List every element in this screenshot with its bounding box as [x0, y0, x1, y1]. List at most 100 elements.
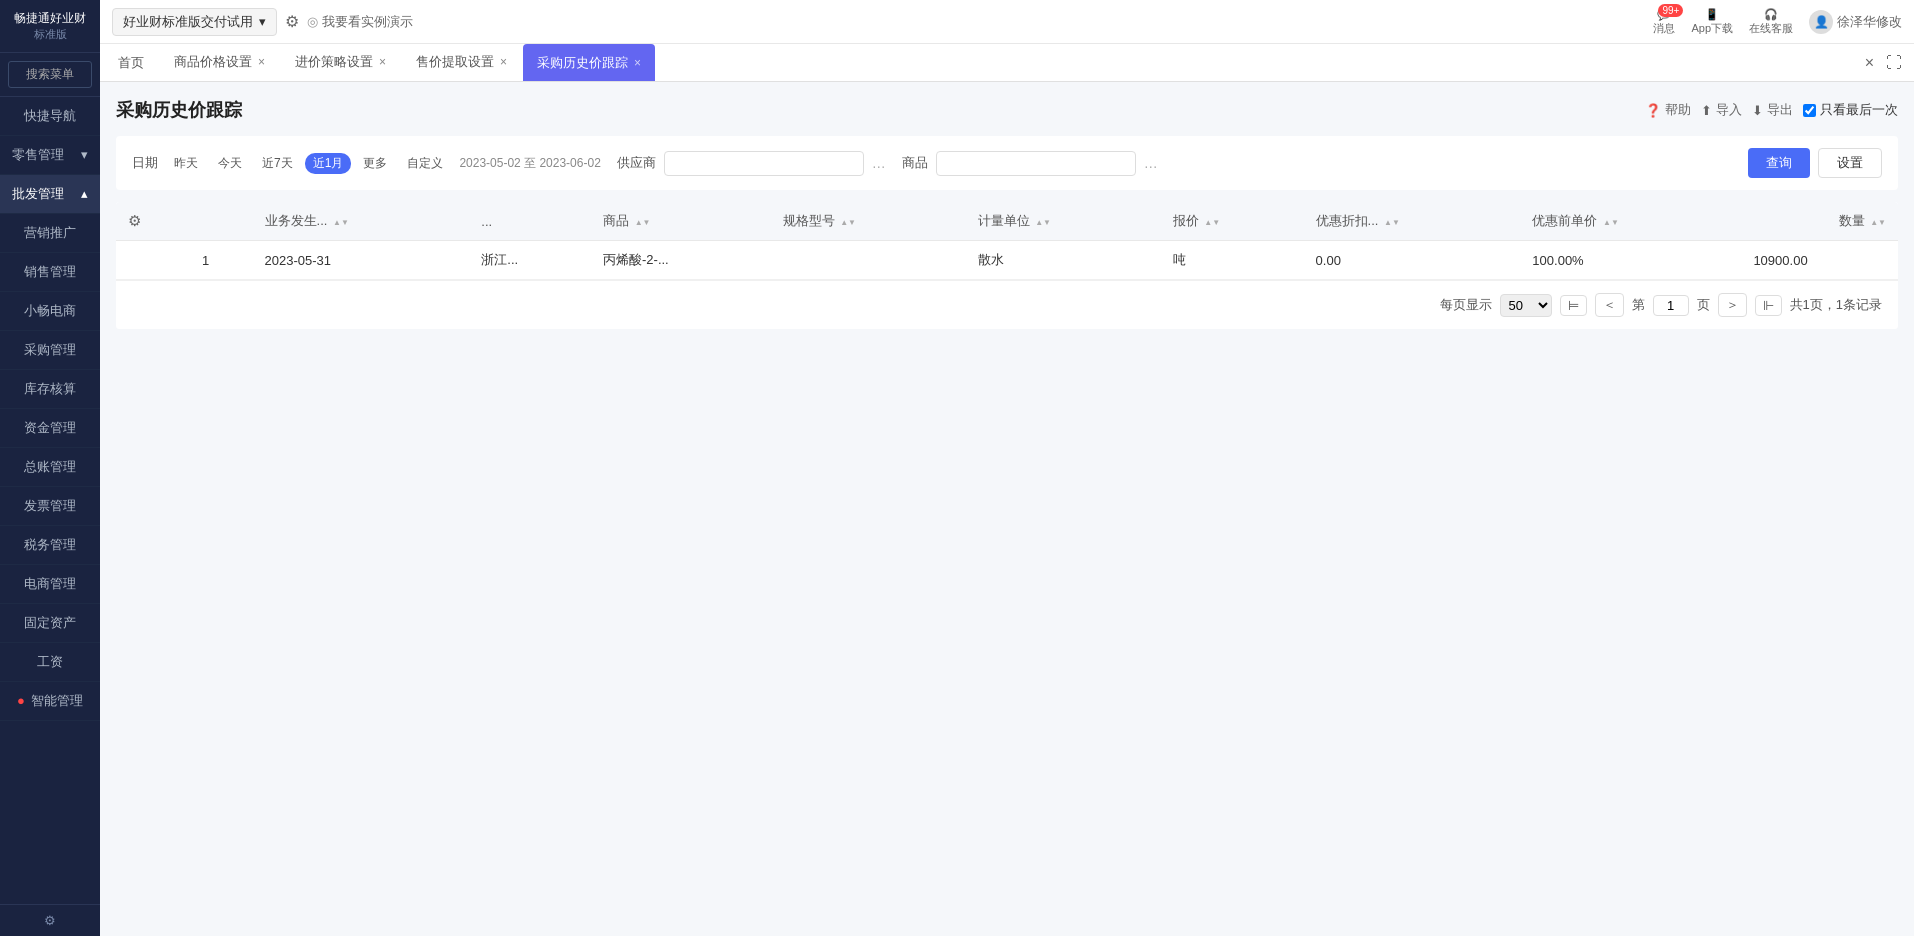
- tabbar-controls: × ⛶: [1861, 44, 1910, 81]
- th-unit[interactable]: 计量单位 ▲▼: [966, 202, 1161, 241]
- date-opt-1month[interactable]: 近1月: [305, 153, 352, 174]
- export-link[interactable]: ⬇ 导出: [1752, 101, 1793, 119]
- sidebar-item-inventory[interactable]: 库存核算: [0, 370, 100, 409]
- th-pre-discount-price[interactable]: 优惠前单价 ▲▼: [1520, 202, 1741, 241]
- user-name: 徐泽华修改: [1837, 13, 1902, 31]
- tab-close-all-icon[interactable]: ×: [1861, 50, 1878, 76]
- sidebar-item-purchase[interactable]: 采购管理: [0, 331, 100, 370]
- help-link[interactable]: ❓ 帮助: [1645, 101, 1691, 119]
- customer-service-button[interactable]: 🎧 在线客服: [1749, 8, 1793, 36]
- pagination-last-button[interactable]: ⊩: [1755, 295, 1782, 316]
- date-opt-more[interactable]: 更多: [355, 153, 395, 174]
- cell-goods: 丙烯酸-2-...: [591, 241, 771, 280]
- play-icon: ◎: [307, 14, 318, 29]
- mobile-icon: 📱: [1705, 8, 1719, 21]
- settings-gear-icon[interactable]: ⚙: [285, 12, 299, 31]
- version-selector[interactable]: 好业财标准版交付试用 ▾: [112, 8, 277, 36]
- chevron-down-icon: ▾: [259, 14, 266, 29]
- app-download-button[interactable]: 📱 App下载: [1691, 8, 1733, 36]
- demo-label: 我要看实例演示: [322, 13, 413, 31]
- sort-arrows-icon: ▲▼: [1870, 219, 1886, 227]
- sidebar-item-ecommerce[interactable]: 电商管理: [0, 565, 100, 604]
- supplier-filter-group: 供应商 …: [617, 151, 886, 176]
- sidebar-item-invoice[interactable]: 发票管理: [0, 487, 100, 526]
- import-link[interactable]: ⬆ 导入: [1701, 101, 1742, 119]
- tab-close-icon[interactable]: ×: [258, 55, 265, 69]
- th-discount[interactable]: 优惠折扣... ▲▼: [1304, 202, 1521, 241]
- tab-close-icon[interactable]: ×: [379, 55, 386, 69]
- version-label: 好业财标准版交付试用: [123, 13, 253, 31]
- goods-label: 商品: [902, 154, 928, 172]
- tab-goods-price[interactable]: 商品价格设置 ×: [160, 44, 279, 81]
- pagination-prev-button[interactable]: ＜: [1595, 293, 1624, 317]
- pagination-next-button[interactable]: ＞: [1718, 293, 1747, 317]
- sidebar-item-quick-nav[interactable]: 快捷导航: [0, 97, 100, 136]
- sidebar-item-wholesale[interactable]: 批发管理 ▴: [0, 175, 100, 214]
- th-gear[interactable]: ⚙: [116, 202, 190, 241]
- th-quantity[interactable]: 数量 ▲▼: [1741, 202, 1898, 241]
- sidebar-item-ecommerce-small[interactable]: 小畅电商: [0, 292, 100, 331]
- export-icon: ⬇: [1752, 103, 1763, 118]
- page-suffix: 页: [1697, 296, 1710, 314]
- tab-expand-icon[interactable]: ⛶: [1882, 50, 1906, 76]
- query-button[interactable]: 查询: [1748, 148, 1810, 178]
- column-settings-icon[interactable]: ⚙: [128, 212, 141, 229]
- supplier-input[interactable]: [664, 151, 864, 176]
- message-button[interactable]: 💬 99+ 消息: [1653, 8, 1675, 36]
- user-profile-button[interactable]: 👤 徐泽华修改: [1809, 10, 1902, 34]
- sidebar: 畅捷通好业财 标准版 搜索菜单 快捷导航 零售管理 ▾ 批发管理 ▴ 营销推广 …: [0, 0, 100, 936]
- only-last-checkbox[interactable]: [1803, 104, 1816, 117]
- sidebar-item-retail[interactable]: 零售管理 ▾: [0, 136, 100, 175]
- avatar: 👤: [1809, 10, 1833, 34]
- th-spec[interactable]: 规格型号 ▲▼: [771, 202, 966, 241]
- sidebar-item-finance[interactable]: 资金管理: [0, 409, 100, 448]
- supplier-dots-icon[interactable]: …: [872, 155, 886, 171]
- th-price[interactable]: 报价 ▲▼: [1161, 202, 1304, 241]
- tab-sale-price[interactable]: 售价提取设置 ×: [402, 44, 521, 81]
- th-more[interactable]: ...: [469, 202, 591, 241]
- main-area: 好业财标准版交付试用 ▾ ⚙ ◎ 我要看实例演示 💬 99+ 消息 📱 App下…: [100, 0, 1914, 936]
- goods-input[interactable]: [936, 151, 1136, 176]
- sidebar-item-sales[interactable]: 销售管理: [0, 253, 100, 292]
- sidebar-search-area[interactable]: 搜索菜单: [0, 53, 100, 97]
- goods-dots-icon[interactable]: …: [1144, 155, 1158, 171]
- sidebar-item-ledger[interactable]: 总账管理: [0, 448, 100, 487]
- date-filter-group: 日期 昨天 今天 近7天 近1月 更多 自定义 2023-05-02 至 202…: [132, 153, 601, 174]
- only-last-checkbox-label[interactable]: 只看最后一次: [1803, 101, 1898, 119]
- sidebar-item-smart[interactable]: ● 智能管理: [0, 682, 100, 721]
- date-opt-custom[interactable]: 自定义: [399, 153, 451, 174]
- cell-price-unit: 吨: [1161, 241, 1304, 280]
- gear-icon: ⚙: [44, 913, 56, 928]
- per-page-select[interactable]: 50 10 20 100: [1500, 294, 1552, 317]
- tab-close-icon[interactable]: ×: [500, 55, 507, 69]
- demo-link[interactable]: ◎ 我要看实例演示: [307, 13, 413, 31]
- sidebar-item-payroll[interactable]: 工资: [0, 643, 100, 682]
- tab-purchase-history[interactable]: 采购历史价跟踪 ×: [523, 44, 655, 81]
- message-label: 消息: [1653, 21, 1675, 36]
- search-menu-button[interactable]: 搜索菜单: [8, 61, 92, 88]
- message-badge: 99+: [1658, 4, 1683, 17]
- sidebar-item-tax[interactable]: 税务管理: [0, 526, 100, 565]
- page-input[interactable]: [1653, 295, 1689, 316]
- import-label: 导入: [1716, 101, 1742, 119]
- sidebar-item-fixed-assets[interactable]: 固定资产: [0, 604, 100, 643]
- sidebar-logo: 畅捷通好业财 标准版: [0, 0, 100, 53]
- filter-row: 日期 昨天 今天 近7天 近1月 更多 自定义 2023-05-02 至 202…: [132, 148, 1882, 178]
- page-actions: ❓ 帮助 ⬆ 导入 ⬇ 导出 只看最后一次: [1645, 101, 1898, 119]
- date-opt-today[interactable]: 今天: [210, 153, 250, 174]
- filter-settings-button[interactable]: 设置: [1818, 148, 1882, 178]
- th-business-date[interactable]: 业务发生... ▲▼: [253, 202, 470, 241]
- tab-close-icon[interactable]: ×: [634, 56, 641, 70]
- cell-row-actions: [116, 241, 190, 280]
- pagination-first-button[interactable]: ⊨: [1560, 295, 1587, 316]
- filter-actions: 查询 设置: [1748, 148, 1882, 178]
- date-opt-yesterday[interactable]: 昨天: [166, 153, 206, 174]
- tab-purchase-strategy[interactable]: 进价策略设置 ×: [281, 44, 400, 81]
- sidebar-item-marketing[interactable]: 营销推广: [0, 214, 100, 253]
- date-opt-7days[interactable]: 近7天: [254, 153, 301, 174]
- per-page-label: 每页显示: [1440, 296, 1492, 314]
- sidebar-settings-icon[interactable]: ⚙: [0, 904, 100, 936]
- tab-home[interactable]: 首页: [104, 44, 158, 81]
- th-goods[interactable]: 商品 ▲▼: [591, 202, 771, 241]
- cell-spec: [771, 241, 966, 280]
